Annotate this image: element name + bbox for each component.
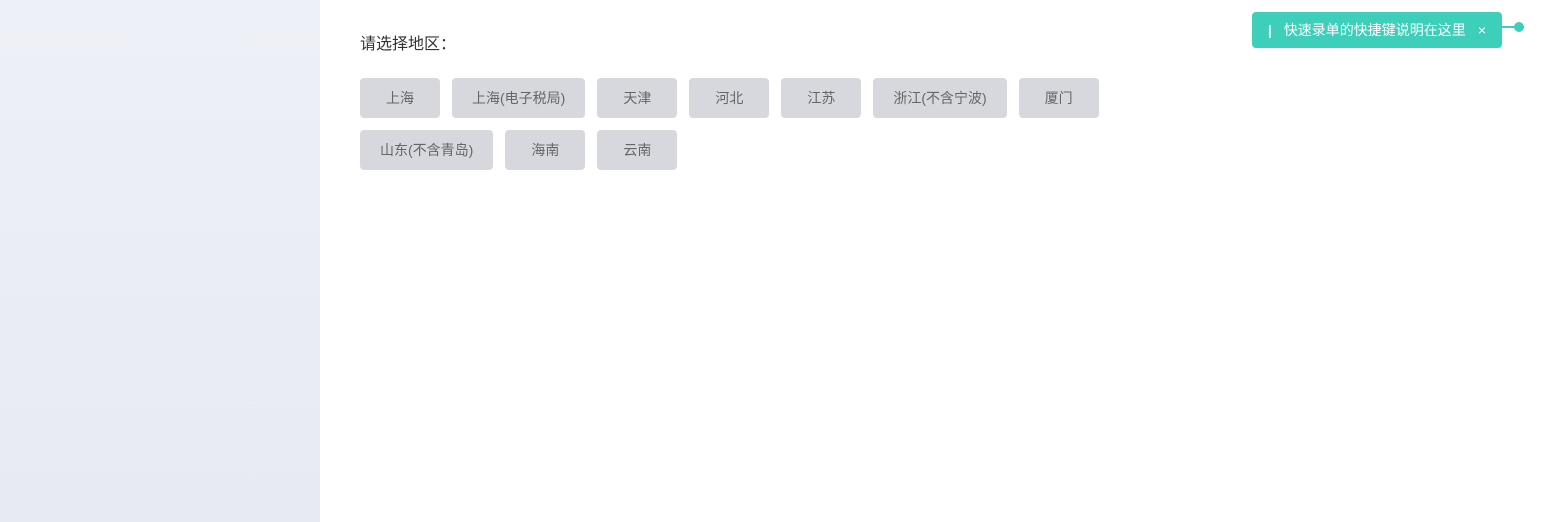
- region-btn-hebei[interactable]: 河北: [689, 78, 769, 118]
- region-btn-shandong[interactable]: 山东(不含青岛): [360, 130, 493, 170]
- tooltip-close-button[interactable]: ×: [1478, 22, 1486, 38]
- region-buttons-row2: 山东(不含青岛) 海南 云南: [360, 130, 1522, 170]
- region-btn-tianjin[interactable]: 天津: [597, 78, 677, 118]
- tooltip-banner: 快速录单的快捷键说明在这里 ×: [1252, 12, 1502, 48]
- tooltip-text: 快速录单的快捷键说明在这里: [1284, 20, 1466, 40]
- tooltip-dot: [1514, 22, 1524, 32]
- main-content: 请选择地区： 上海 上海(电子税局) 天津 河北 江苏 浙江(不含宁波) 厦门 …: [320, 0, 1562, 522]
- region-btn-hainan[interactable]: 海南: [505, 130, 585, 170]
- region-btn-xiamen[interactable]: 厦门: [1019, 78, 1099, 118]
- region-buttons-row1: 上海 上海(电子税局) 天津 河北 江苏 浙江(不含宁波) 厦门: [360, 78, 1522, 118]
- region-btn-shanghai[interactable]: 上海: [360, 78, 440, 118]
- region-btn-shanghai-etax[interactable]: 上海(电子税局): [452, 78, 585, 118]
- region-btn-yunnan[interactable]: 云南: [597, 130, 677, 170]
- region-btn-zhejiang[interactable]: 浙江(不含宁波): [873, 78, 1006, 118]
- region-btn-jiangsu[interactable]: 江苏: [781, 78, 861, 118]
- left-sidebar: [0, 0, 320, 522]
